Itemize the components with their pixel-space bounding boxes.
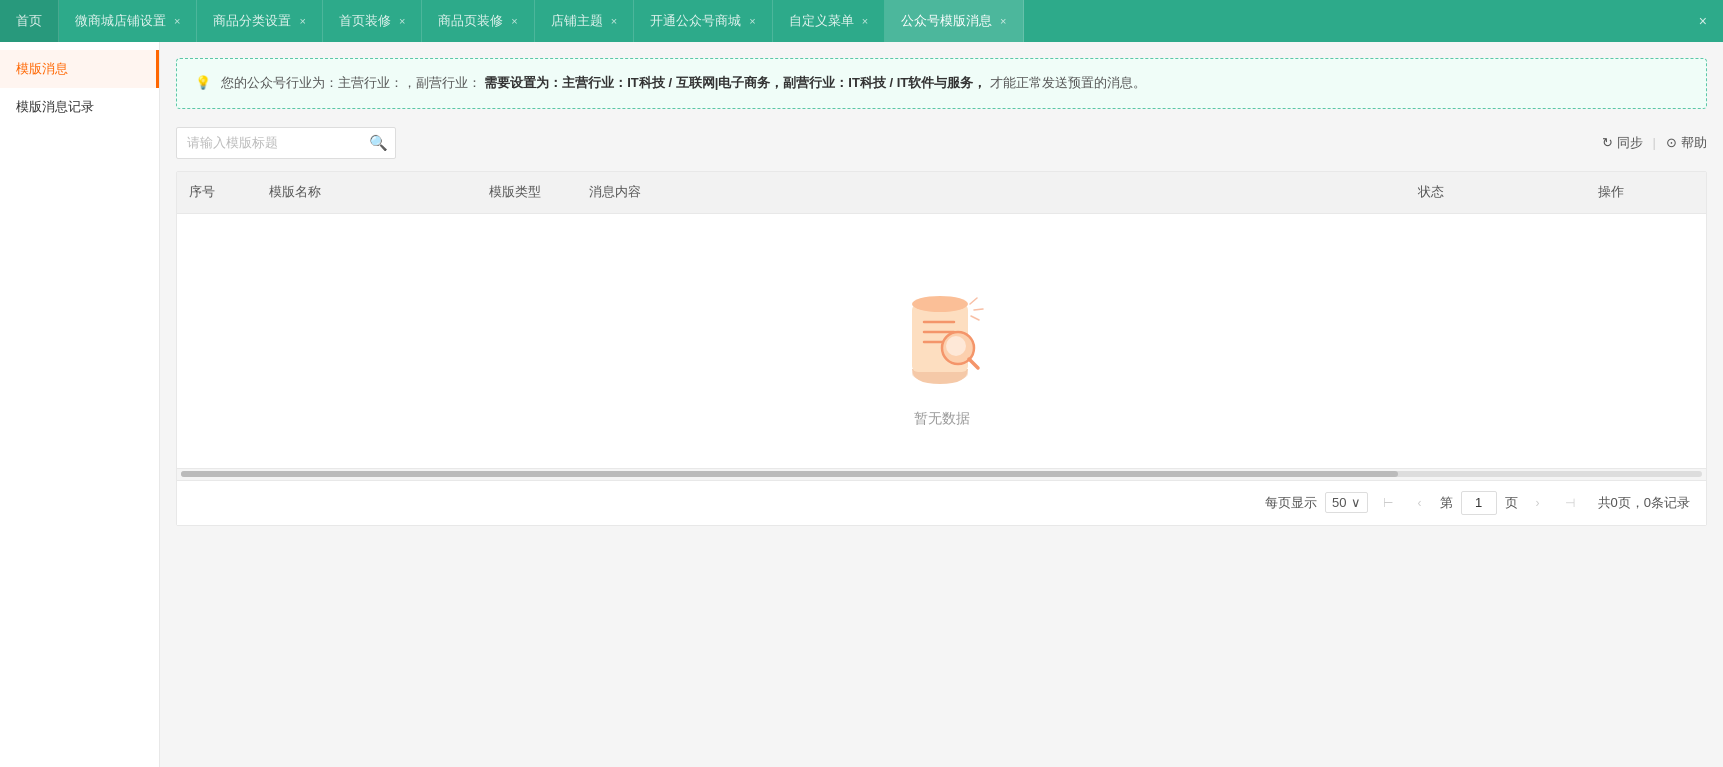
svg-point-2: [912, 296, 968, 312]
help-button[interactable]: ⊙ 帮助: [1666, 134, 1707, 152]
svg-line-11: [971, 316, 979, 320]
notice-prefix: 您的公众号行业为：主营行业：，副营行业：: [221, 75, 481, 90]
svg-line-9: [970, 298, 977, 304]
page-size-label: 每页显示: [1265, 494, 1317, 512]
pagination: 每页显示 50 ∨ ⊢ ‹ 第 页 › ⊣ 共0页，0条记录: [177, 480, 1706, 525]
tab-theme-close[interactable]: ×: [611, 15, 617, 27]
th-content: 消息内容: [577, 183, 1406, 201]
tab-template-msg-label: 公众号模版消息: [901, 12, 992, 30]
tab-theme[interactable]: 店铺主题 ×: [535, 0, 634, 42]
main-content: 💡 您的公众号行业为：主营行业：，副营行业： 需要设置为：主营行业：IT科技 /…: [160, 42, 1723, 767]
tab-open-mall[interactable]: 开通公众号商城 ×: [634, 0, 772, 42]
search-right: ↻ 同步 | ⊙ 帮助: [1602, 134, 1707, 152]
tab-home-decor-close[interactable]: ×: [399, 15, 405, 27]
close-all-button[interactable]: ×: [1683, 13, 1723, 29]
divider: |: [1653, 135, 1656, 150]
tab-product-decor-close[interactable]: ×: [511, 15, 517, 27]
svg-line-8: [969, 359, 978, 368]
layout: 模版消息 模版消息记录 💡 您的公众号行业为：主营行业：，副营行业： 需要设置为…: [0, 42, 1723, 767]
tab-product-decor-label: 商品页装修: [438, 12, 503, 30]
tab-open-mall-label: 开通公众号商城: [650, 12, 741, 30]
search-bar: 🔍 ↻ 同步 | ⊙ 帮助: [176, 127, 1707, 159]
tab-home[interactable]: 首页: [0, 0, 59, 42]
tab-custom-menu-label: 自定义菜单: [789, 12, 854, 30]
notice-suffix: 才能正常发送预置的消息。: [990, 75, 1146, 90]
page-prev-button[interactable]: ‹: [1408, 491, 1432, 515]
notice-highlight: 需要设置为：主营行业：IT科技 / 互联网|电子商务，副营行业：IT科技 / I…: [484, 75, 986, 90]
sidebar-item-template-msg-record[interactable]: 模版消息记录: [0, 88, 159, 126]
th-seq: 序号: [177, 183, 257, 201]
tab-custom-menu-close[interactable]: ×: [862, 15, 868, 27]
tab-template-msg[interactable]: 公众号模版消息 ×: [885, 0, 1023, 42]
th-status: 状态: [1406, 183, 1586, 201]
page-first-button[interactable]: ⊢: [1376, 491, 1400, 515]
notice-icon: 💡: [195, 75, 211, 90]
empty-illustration: [882, 274, 1002, 394]
tab-category[interactable]: 商品分类设置 ×: [197, 0, 322, 42]
tab-home-decor-label: 首页装修: [339, 12, 391, 30]
scrollbar-thumb: [181, 471, 1398, 477]
search-input[interactable]: [176, 127, 396, 159]
sync-icon: ↻: [1602, 135, 1613, 150]
tab-custom-menu[interactable]: 自定义菜单 ×: [773, 0, 885, 42]
search-left: 🔍: [176, 127, 396, 159]
th-action: 操作: [1586, 183, 1706, 201]
data-table: 序号 模版名称 模版类型 消息内容 状态 操作: [176, 171, 1707, 526]
tab-home-decor[interactable]: 首页装修 ×: [323, 0, 422, 42]
page-label-pre: 第: [1440, 494, 1453, 512]
sidebar-item-template-msg-record-label: 模版消息记录: [16, 99, 94, 114]
svg-point-7: [946, 336, 966, 356]
tab-store-settings-close[interactable]: ×: [174, 15, 180, 27]
tab-category-label: 商品分类设置: [213, 12, 291, 30]
scrollbar-track: [181, 471, 1702, 477]
total-info: 共0页，0条记录: [1598, 494, 1690, 512]
tab-theme-label: 店铺主题: [551, 12, 603, 30]
sidebar-item-template-msg-label: 模版消息: [16, 61, 68, 76]
tab-home-label: 首页: [16, 12, 42, 30]
th-type: 模版类型: [477, 183, 577, 201]
notice-box: 💡 您的公众号行业为：主营行业：，副营行业： 需要设置为：主营行业：IT科技 /…: [176, 58, 1707, 109]
tab-template-msg-close[interactable]: ×: [1000, 15, 1006, 27]
page-number-input[interactable]: [1461, 491, 1497, 515]
horizontal-scrollbar[interactable]: [177, 468, 1706, 480]
tab-store-settings-label: 微商城店铺设置: [75, 12, 166, 30]
sync-button[interactable]: ↻ 同步: [1602, 134, 1643, 152]
sidebar-item-template-msg[interactable]: 模版消息: [0, 50, 159, 88]
tab-store-settings[interactable]: 微商城店铺设置 ×: [59, 0, 197, 42]
page-next-button[interactable]: ›: [1526, 491, 1550, 515]
help-label: 帮助: [1681, 134, 1707, 152]
th-name: 模版名称: [257, 183, 477, 201]
tab-open-mall-close[interactable]: ×: [749, 15, 755, 27]
search-button[interactable]: 🔍: [369, 134, 388, 152]
tab-product-decor[interactable]: 商品页装修 ×: [422, 0, 534, 42]
page-size-value: 50: [1332, 495, 1346, 510]
page-size-chevron-icon: ∨: [1351, 495, 1361, 510]
page-label-post: 页: [1505, 494, 1518, 512]
empty-text: 暂无数据: [914, 410, 970, 428]
empty-state: 暂无数据: [177, 214, 1706, 468]
search-input-wrap: 🔍: [176, 127, 396, 159]
help-icon: ⊙: [1666, 135, 1677, 150]
top-nav: 首页 微商城店铺设置 × 商品分类设置 × 首页装修 × 商品页装修 × 店铺主…: [0, 0, 1723, 42]
sync-label: 同步: [1617, 134, 1643, 152]
svg-line-10: [974, 309, 983, 310]
table-header: 序号 模版名称 模版类型 消息内容 状态 操作: [177, 172, 1706, 214]
sidebar: 模版消息 模版消息记录: [0, 42, 160, 767]
tab-category-close[interactable]: ×: [299, 15, 305, 27]
page-last-button[interactable]: ⊣: [1558, 491, 1582, 515]
page-size-select[interactable]: 50 ∨: [1325, 492, 1367, 513]
